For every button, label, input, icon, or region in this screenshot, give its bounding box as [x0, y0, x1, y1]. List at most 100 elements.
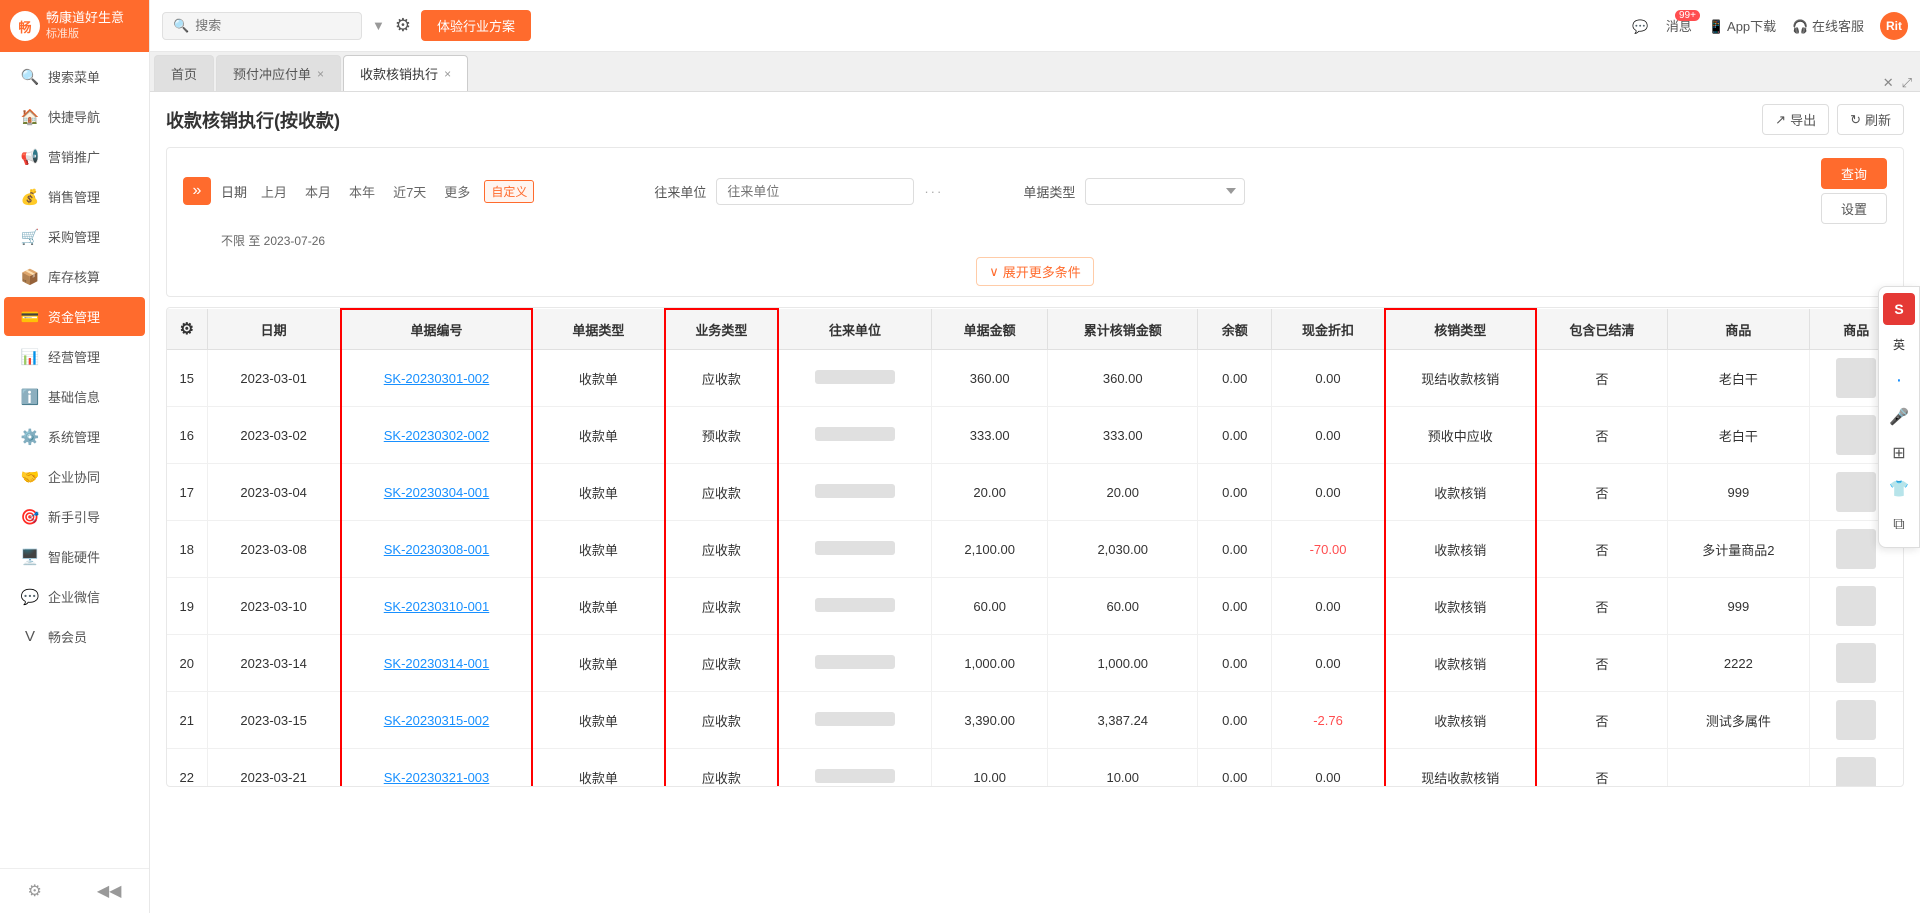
voucher-no-link[interactable]: SK-20230308-001 — [384, 542, 490, 557]
sidebar-item-purchase[interactable]: 🛒采购管理 — [4, 217, 145, 256]
float-dot-icon[interactable]: · — [1883, 365, 1915, 397]
voucher-type-select[interactable]: 收款单 红字收款单 — [1085, 178, 1245, 205]
cell-voucher-no: SK-20230310-001 — [341, 578, 532, 635]
cell-amount: 333.00 — [932, 407, 1048, 464]
table-header: ⚙ 日期 单据编号 单据类型 业务类型 往来单位 单据金额 累计核销金额 余额 … — [167, 309, 1903, 350]
tab-prepayment[interactable]: 预付冲应付单× — [216, 55, 341, 91]
voucher-no-link[interactable]: SK-20230310-001 — [384, 599, 490, 614]
tab-close-all-icon[interactable]: ✕ — [1883, 75, 1894, 91]
sidebar-logo-text: 畅康道好生意 标准版 — [46, 10, 124, 41]
notification-btn[interactable]: 💬 99+ 消息 — [1632, 16, 1692, 35]
table-row: 17 2023-03-04 SK-20230304-001 收款单 应收款 20… — [167, 464, 1903, 521]
query-btn[interactable]: 查询 — [1821, 158, 1887, 189]
cell-date: 2023-03-21 — [207, 749, 341, 788]
date-this-month[interactable]: 本月 — [301, 180, 335, 203]
voucher-no-link[interactable]: SK-20230321-003 — [384, 770, 490, 785]
cell-cash-discount: 0.00 — [1272, 464, 1385, 521]
float-shirt-icon[interactable]: 👕 — [1883, 473, 1915, 505]
cell-cash-discount: -2.76 — [1272, 692, 1385, 749]
voucher-no-link[interactable]: SK-20230302-002 — [384, 428, 490, 443]
sidebar-item-enterprise[interactable]: 🤝企业协同 — [4, 457, 145, 496]
topbar-settings-icon[interactable]: ⚙ — [395, 15, 411, 36]
sidebar-item-sales[interactable]: 💰销售管理 — [4, 177, 145, 216]
sidebar-label-operation: 经营管理 — [48, 347, 100, 366]
th-voucher-no: 单据编号 — [341, 309, 532, 350]
cell-product2 — [1809, 578, 1903, 635]
th-include-settled: 包含已结清 — [1536, 309, 1668, 350]
sidebar-label-vip: 畅会员 — [48, 627, 87, 646]
filter-toggle-btn[interactable]: » — [183, 177, 211, 205]
th-balance: 余额 — [1198, 309, 1272, 350]
app-download-btn[interactable]: 📱 App下载 — [1708, 16, 1776, 35]
cell-write-off-type: 收款核销 — [1385, 521, 1536, 578]
cell-product: 999 — [1668, 578, 1809, 635]
cell-seq: 18 — [167, 521, 207, 578]
cell-cash-discount: 0.00 — [1272, 578, 1385, 635]
date-custom-btn[interactable]: 自定义 — [484, 180, 534, 203]
sidebar-collapse-btn[interactable]: ◀◀ — [89, 877, 130, 905]
topbar-right: 💬 99+ 消息 📱 App下载 🎧 在线客服 Rit — [1632, 12, 1908, 40]
expand-conditions-btn[interactable]: ∨ 展开更多条件 — [976, 257, 1094, 286]
cell-voucher-no: SK-20230314-001 — [341, 635, 532, 692]
cell-include-settled: 否 — [1536, 521, 1668, 578]
export-btn[interactable]: ↗ 导出 — [1762, 104, 1829, 135]
float-english-icon[interactable]: 英 — [1883, 329, 1915, 361]
cell-balance: 0.00 — [1198, 464, 1272, 521]
sidebar-item-operation[interactable]: 📊经营管理 — [4, 337, 145, 376]
voucher-no-link[interactable]: SK-20230315-002 — [384, 713, 490, 728]
sidebar-item-system[interactable]: ⚙️系统管理 — [4, 417, 145, 456]
data-table-wrapper: ⚙ 日期 单据编号 单据类型 业务类型 往来单位 单据金额 累计核销金额 余额 … — [166, 307, 1904, 787]
sidebar-item-search[interactable]: 🔍搜索菜单 — [4, 57, 145, 96]
refresh-btn[interactable]: ↻ 刷新 — [1837, 104, 1904, 135]
date-more[interactable]: 更多 — [440, 180, 474, 203]
sidebar-item-vip[interactable]: V畅会员 — [4, 617, 145, 656]
voucher-no-link[interactable]: SK-20230301-002 — [384, 371, 490, 386]
cell-balance: 0.00 — [1198, 635, 1272, 692]
sidebar-item-inventory[interactable]: 📦库存核算 — [4, 257, 145, 296]
tab-close-prepayment[interactable]: × — [317, 67, 324, 81]
cell-voucher-no: SK-20230315-002 — [341, 692, 532, 749]
solution-btn[interactable]: 体验行业方案 — [421, 10, 531, 41]
sidebar-icon-enterprise: 🤝 — [20, 468, 40, 486]
th-date: 日期 — [207, 309, 341, 350]
sidebar-item-guide[interactable]: 🎯新手引导 — [4, 497, 145, 536]
float-copy-icon[interactable]: ⧉ — [1883, 509, 1915, 541]
search-input[interactable] — [195, 18, 335, 33]
tab-expand-icon[interactable]: ⤢ — [1902, 75, 1912, 91]
topbar: 🔍 ▼ ⚙ 体验行业方案 💬 99+ 消息 📱 App下载 🎧 在线客服 Rit — [150, 0, 1920, 52]
cell-date: 2023-03-10 — [207, 578, 341, 635]
cell-include-settled: 否 — [1536, 407, 1668, 464]
th-amount: 单据金额 — [932, 309, 1048, 350]
date-this-year[interactable]: 本年 — [345, 180, 379, 203]
sidebar-item-hardware[interactable]: 🖥️智能硬件 — [4, 537, 145, 576]
tab-close-write-off[interactable]: × — [444, 67, 451, 81]
table-header-row: ⚙ 日期 单据编号 单据类型 业务类型 往来单位 单据金额 累计核销金额 余额 … — [167, 309, 1903, 350]
float-s-icon[interactable]: S — [1883, 293, 1915, 325]
th-gear[interactable]: ⚙ — [167, 309, 207, 350]
tab-home[interactable]: 首页 — [154, 55, 214, 91]
sidebar-item-basic[interactable]: ℹ️基础信息 — [4, 377, 145, 416]
online-service-btn[interactable]: 🎧 在线客服 — [1792, 16, 1864, 35]
date-last-month[interactable]: 上月 — [257, 180, 291, 203]
sidebar-item-wechat[interactable]: 💬企业微信 — [4, 577, 145, 616]
counterpart-label: 往来单位 — [654, 182, 706, 201]
float-mic-icon[interactable]: 🎤 — [1883, 401, 1915, 433]
dropdown-icon[interactable]: ▼ — [372, 18, 385, 33]
float-grid-icon[interactable]: ⊞ — [1883, 437, 1915, 469]
sidebar-item-finance[interactable]: 💳资金管理 — [4, 297, 145, 336]
phone-icon: 📱 — [1708, 19, 1724, 34]
th-cash-discount: 现金折扣 — [1272, 309, 1385, 350]
user-avatar[interactable]: Rit — [1880, 12, 1908, 40]
filter-more-conditions[interactable]: ··· — [924, 184, 943, 199]
voucher-no-link[interactable]: SK-20230304-001 — [384, 485, 490, 500]
counterpart-input[interactable] — [716, 178, 914, 205]
cell-biz-type: 应收款 — [665, 749, 778, 788]
filter-settings-btn[interactable]: 设置 — [1821, 193, 1887, 224]
filter-bar: » 日期 上月 本月 本年 近7天 更多 自定义 往来单位 ··· 单据类型 收… — [166, 147, 1904, 297]
sidebar-item-quick[interactable]: 🏠快捷导航 — [4, 97, 145, 136]
sidebar-item-marketing[interactable]: 📢营销推广 — [4, 137, 145, 176]
voucher-no-link[interactable]: SK-20230314-001 — [384, 656, 490, 671]
tab-write-off[interactable]: 收款核销执行× — [343, 55, 468, 91]
date-last-7days[interactable]: 近7天 — [389, 180, 430, 203]
sidebar-settings-btn[interactable]: ⚙ — [20, 877, 50, 905]
